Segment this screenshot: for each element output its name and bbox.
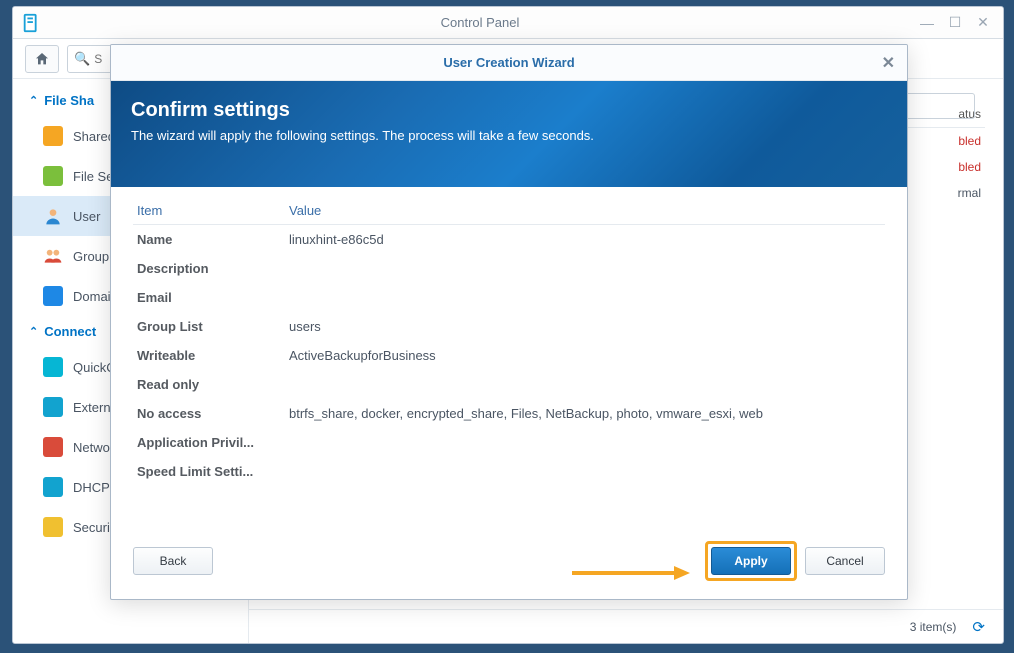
- sidebar-item-label: Networ: [73, 440, 114, 455]
- settings-item-value: ActiveBackupforBusiness: [289, 348, 881, 363]
- maximize-button[interactable]: ☐: [941, 11, 969, 35]
- window-controls: — ☐ ✕: [913, 11, 1003, 35]
- settings-item-value: [289, 377, 881, 392]
- sidebar-item-label: File Se: [73, 169, 113, 184]
- settings-item-value: linuxhint-e86c5d: [289, 232, 881, 247]
- settings-row: No accessbtrfs_share, docker, encrypted_…: [133, 399, 885, 428]
- network-icon: [43, 437, 63, 457]
- settings-item-value: users: [289, 319, 881, 334]
- cloud-icon: [43, 357, 63, 377]
- status-value: rmal: [958, 186, 981, 200]
- shield-icon: [43, 517, 63, 537]
- domain-icon: [43, 286, 63, 306]
- item-count: 3 item(s): [910, 620, 957, 634]
- settings-item-label: Email: [137, 290, 289, 305]
- sidebar-item-label: Shared: [73, 129, 115, 144]
- settings-item-label: No access: [137, 406, 289, 421]
- settings-item-label: Group List: [137, 319, 289, 334]
- chevron-up-icon: ⌃: [29, 94, 38, 107]
- home-icon: [34, 51, 50, 67]
- settings-item-label: Name: [137, 232, 289, 247]
- dialog-footer: Back Apply Cancel: [111, 527, 907, 599]
- dialog-subheading: The wizard will apply the following sett…: [131, 128, 887, 143]
- settings-item-label: Description: [137, 261, 289, 276]
- sidebar-item-label: Group: [73, 249, 109, 264]
- sidebar-item-label: User: [73, 209, 100, 224]
- settings-item-label: Speed Limit Setti...: [137, 464, 289, 479]
- settings-item-label: Read only: [137, 377, 289, 392]
- settings-table: Item Value Namelinuxhint-e86c5dDescripti…: [133, 197, 885, 486]
- search-icon: 🔍: [74, 51, 90, 67]
- settings-row: Application Privil...: [133, 428, 885, 457]
- dialog-header: Confirm settings The wizard will apply t…: [111, 81, 907, 187]
- chevron-up-icon: ⌃: [29, 325, 38, 338]
- settings-item-value: [289, 435, 881, 450]
- folder-icon: [43, 126, 63, 146]
- dialog-heading: Confirm settings: [131, 99, 887, 122]
- sidebar-item-label: Domai: [73, 289, 111, 304]
- dialog-titlebar: User Creation Wizard ✕: [111, 45, 907, 81]
- close-window-button[interactable]: ✕: [969, 11, 997, 35]
- close-icon[interactable]: ✕: [882, 53, 895, 73]
- apply-button[interactable]: Apply: [711, 547, 791, 575]
- apply-highlight: Apply: [705, 541, 797, 581]
- globe-icon: [43, 397, 63, 417]
- settings-item-value: [289, 464, 881, 479]
- sidebar-section-label: File Sha: [44, 93, 94, 108]
- settings-row: Group Listusers: [133, 312, 885, 341]
- window-titlebar: Control Panel — ☐ ✕: [13, 7, 1003, 39]
- settings-row: Email: [133, 283, 885, 312]
- minimize-button[interactable]: —: [913, 11, 941, 35]
- back-button[interactable]: Back: [133, 547, 213, 575]
- col-item[interactable]: Item: [137, 203, 289, 218]
- refresh-icon[interactable]: ⟳: [972, 618, 985, 636]
- settings-table-header: Item Value: [133, 197, 885, 225]
- status-value: bled: [958, 134, 981, 148]
- sidebar-item-label: Extern: [73, 400, 111, 415]
- settings-item-label: Writeable: [137, 348, 289, 363]
- footer-bar: 3 item(s) ⟳: [249, 609, 1003, 643]
- settings-item-value: [289, 261, 881, 276]
- col-value[interactable]: Value: [289, 203, 881, 218]
- window-title: Control Panel: [47, 15, 913, 30]
- cancel-button[interactable]: Cancel: [805, 547, 885, 575]
- settings-item-label: Application Privil...: [137, 435, 289, 450]
- user-icon: [43, 206, 63, 226]
- app-icon: [17, 8, 47, 38]
- settings-item-value: btrfs_share, docker, encrypted_share, Fi…: [289, 406, 881, 421]
- home-button[interactable]: [25, 45, 59, 73]
- settings-row: Description: [133, 254, 885, 283]
- settings-row: Read only: [133, 370, 885, 399]
- dialog-body: Item Value Namelinuxhint-e86c5dDescripti…: [111, 187, 907, 527]
- settings-row: WriteableActiveBackupforBusiness: [133, 341, 885, 370]
- file-icon: [43, 166, 63, 186]
- settings-row: Namelinuxhint-e86c5d: [133, 225, 885, 254]
- group-icon: [43, 246, 63, 266]
- dhcp-icon: [43, 477, 63, 497]
- dialog-title: User Creation Wizard: [443, 55, 574, 70]
- sidebar-section-label: Connect: [44, 324, 96, 339]
- user-creation-wizard-dialog: User Creation Wizard ✕ Confirm settings …: [110, 44, 908, 600]
- settings-item-value: [289, 290, 881, 305]
- status-value: bled: [958, 160, 981, 174]
- settings-row: Speed Limit Setti...: [133, 457, 885, 486]
